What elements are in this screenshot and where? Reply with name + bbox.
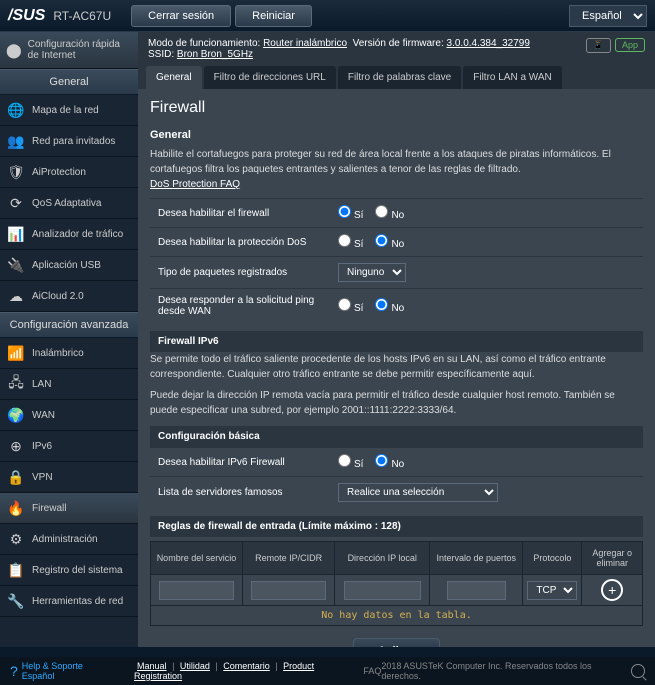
tabs: GeneralFiltro de direcciones URLFiltro d… (138, 66, 655, 89)
nav-icon: ⊕ (6, 438, 26, 454)
tab[interactable]: Filtro LAN a WAN (463, 66, 562, 89)
sidebar-header-general: General (0, 69, 138, 95)
nav-icon: ⟳ (6, 195, 26, 211)
ipv6-desc1: Se permite todo el tráfico saliente proc… (150, 352, 643, 382)
ping-yes[interactable] (338, 298, 351, 311)
sidebar: ⬤Configuración rápida de Internet Genera… (0, 32, 138, 647)
nav-icon: 🌐 (6, 102, 26, 118)
tab[interactable]: General (146, 66, 202, 89)
table-header: Dirección IP local (335, 542, 430, 575)
nav-icon: 🛡 (6, 164, 26, 180)
sidebar-item[interactable]: 🌐Mapa de la red (0, 95, 138, 126)
footer: ? Help & Soporte Español Manual | Utilid… (0, 657, 655, 685)
section-general: General (150, 129, 643, 141)
add-button[interactable]: + (601, 579, 623, 601)
nav-icon: ☁ (6, 288, 26, 304)
content: App 📱 Modo de funcionamiento: Router ina… (138, 32, 655, 647)
tab[interactable]: Filtro de direcciones URL (204, 66, 336, 89)
sidebar-item[interactable]: 🔧Herramientas de red (0, 586, 138, 617)
ipv6fw-yes[interactable] (338, 454, 351, 467)
fw-link[interactable]: 3.0.0.4.384_32799 (447, 38, 530, 49)
nav-icon: 📋 (6, 562, 26, 578)
logout-button[interactable]: Cerrar sesión (131, 5, 231, 27)
sidebar-item[interactable]: ⟳QoS Adaptativa (0, 188, 138, 219)
ports-input[interactable] (447, 581, 506, 600)
app-badge[interactable]: App (615, 38, 645, 52)
remote-input[interactable] (251, 581, 326, 600)
globe-icon: ⬤ (6, 42, 22, 58)
empty-msg: No hay datos en la tabla. (151, 606, 643, 626)
nav-icon: 🔌 (6, 257, 26, 273)
nav-icon: 🔥 (6, 500, 26, 516)
table-input-row: TCP + (151, 575, 643, 606)
sidebar-qis[interactable]: ⬤Configuración rápida de Internet (0, 32, 138, 69)
reboot-button[interactable]: Reiniciar (235, 5, 312, 27)
sidebar-item[interactable]: 📶Inalámbrico (0, 338, 138, 369)
sidebar-item[interactable]: 🖧LAN (0, 369, 138, 400)
packet-type-select[interactable]: Ninguno (338, 263, 406, 282)
sidebar-item[interactable]: 🔥Firewall (0, 493, 138, 524)
footer-link[interactable]: Utilidad (180, 661, 210, 671)
table-header: Nombre del servicio (151, 542, 243, 575)
general-desc: Habilite el cortafuegos para proteger su… (150, 147, 643, 192)
sidebar-item[interactable]: ⊕IPv6 (0, 431, 138, 462)
sidebar-item[interactable]: 📋Registro del sistema (0, 555, 138, 586)
dos-yes[interactable] (338, 234, 351, 247)
ping-no[interactable] (375, 298, 388, 311)
firewall-no[interactable] (375, 205, 388, 218)
copyright: 2018 ASUSTeK Computer Inc. Reservados to… (381, 661, 623, 681)
ipv6fw-no[interactable] (375, 454, 388, 467)
sidebar-item[interactable]: ⚙Administración (0, 524, 138, 555)
nav-icon: 🌍 (6, 407, 26, 423)
proto-select[interactable]: TCP (527, 581, 577, 600)
app-icon[interactable]: 📱 (586, 38, 611, 53)
section-basic: Configuración básica (150, 426, 643, 447)
help-link[interactable]: Help & Soporte Español (22, 661, 114, 681)
info-bar: App 📱 Modo de funcionamiento: Router ina… (138, 32, 655, 66)
model: RT-AC67U (53, 9, 111, 23)
dos-no[interactable] (375, 234, 388, 247)
table-header: Remote IP/CIDR (242, 542, 334, 575)
localip-input[interactable] (344, 581, 421, 600)
nav-icon: 🖧 (6, 376, 26, 392)
language-select[interactable]: Español (569, 5, 647, 27)
sidebar-item[interactable]: 📊Analizador de tráfico (0, 219, 138, 250)
table-header: Agregar o eliminar (582, 542, 643, 575)
sidebar-item[interactable]: 🔒VPN (0, 462, 138, 493)
faq-link[interactable]: DoS Protection FAQ (150, 179, 240, 190)
sidebar-item[interactable]: 🔌Aplicación USB (0, 250, 138, 281)
tab[interactable]: Filtro de palabras clave (338, 66, 461, 89)
service-input[interactable] (159, 581, 234, 600)
logo: /SUS (8, 7, 45, 25)
ipv6-desc2: Puede dejar la dirección IP remota vacía… (150, 388, 643, 418)
section-ipv6: Firewall IPv6 (150, 331, 643, 352)
page-title: Firewall (150, 99, 643, 117)
nav-icon: 👥 (6, 133, 26, 149)
search-icon[interactable] (631, 664, 645, 678)
firewall-yes[interactable] (338, 205, 351, 218)
ssid-link[interactable]: Bron Bron_5GHz (177, 49, 253, 60)
help-icon[interactable]: ? (10, 663, 18, 679)
nav-icon: 📊 (6, 226, 26, 242)
apply-button[interactable]: Aplicar (353, 638, 440, 647)
nav-icon: 📶 (6, 345, 26, 361)
rules-table: Nombre del servicioRemote IP/CIDRDirecci… (150, 541, 643, 626)
section-rules: Reglas de firewall de entrada (Límite má… (150, 516, 643, 537)
table-header: Protocolo (523, 542, 582, 575)
footer-link[interactable]: Comentario (223, 661, 270, 671)
mode-link[interactable]: Router inalámbrico (263, 38, 347, 49)
sidebar-item[interactable]: 👥Red para invitados (0, 126, 138, 157)
nav-icon: 🔧 (6, 593, 26, 609)
server-select[interactable]: Realice una selección (338, 483, 498, 502)
header: /SUS RT-AC67U Cerrar sesión Reiniciar Es… (0, 0, 655, 32)
sidebar-item[interactable]: 🛡AiProtection (0, 157, 138, 188)
sidebar-item[interactable]: ☁AiCloud 2.0 (0, 281, 138, 312)
footer-link[interactable]: Manual (137, 661, 167, 671)
sidebar-item[interactable]: 🌍WAN (0, 400, 138, 431)
nav-icon: ⚙ (6, 531, 26, 547)
nav-icon: 🔒 (6, 469, 26, 485)
faq-label: FAQ (363, 666, 381, 676)
table-header: Intervalo de puertos (430, 542, 523, 575)
sidebar-header-advanced: Configuración avanzada (0, 312, 138, 338)
